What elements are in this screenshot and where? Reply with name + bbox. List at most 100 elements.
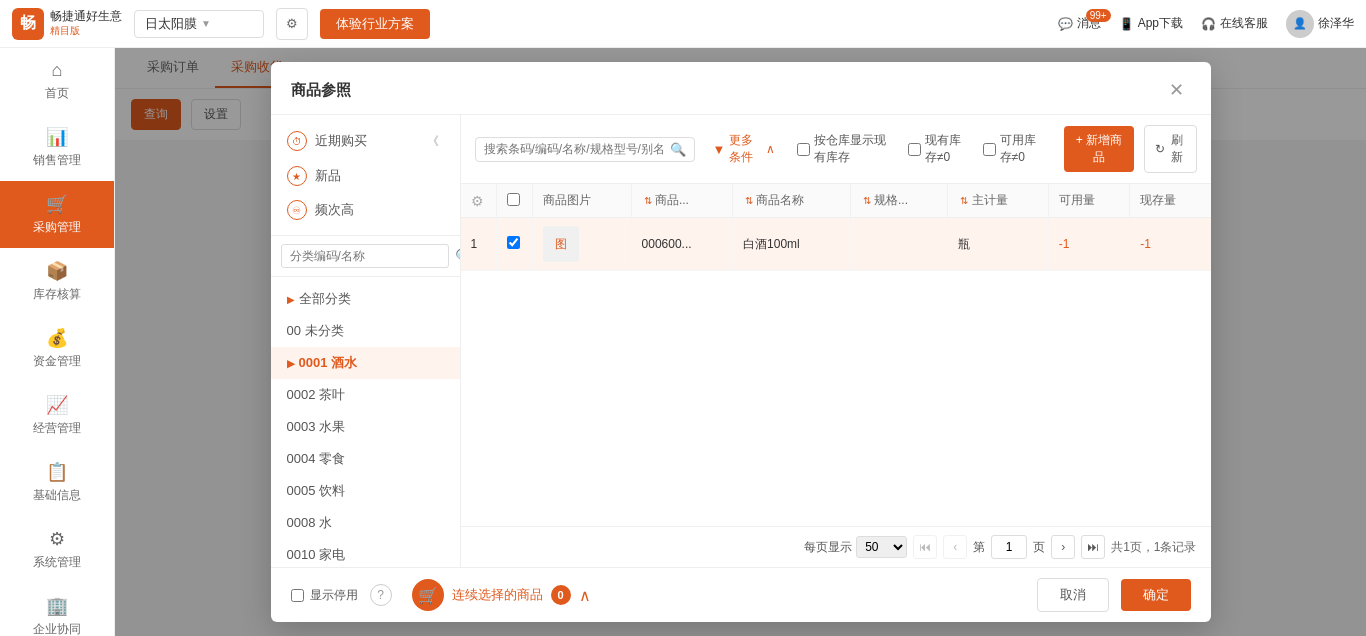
next-page-button[interactable]: › (1051, 535, 1075, 559)
th-spec[interactable]: ⇅ 规格... (850, 184, 948, 218)
sidebar-label-operation: 经营管理 (33, 420, 81, 437)
sort-icon-spec: ⇅ (863, 195, 871, 206)
modal-header: 商品参照 ✕ (271, 62, 1211, 115)
store-selector-arrow: ▼ (201, 18, 211, 29)
row-name: 白酒100ml (733, 218, 851, 271)
filter-button[interactable]: ▼ 更多条件 ∧ (705, 128, 783, 170)
th-code[interactable]: ⇅ 商品... (631, 184, 732, 218)
main-layout: ⌂ 首页 📊 销售管理 🛒 采购管理 📦 库存核算 💰 资金管理 📈 经营管理 … (0, 48, 1366, 636)
cancel-button[interactable]: 取消 (1037, 578, 1109, 612)
app-download-nav-item[interactable]: 📱 App下载 (1119, 15, 1183, 32)
sidebar-item-finance[interactable]: 💰 资金管理 (0, 315, 114, 382)
inventory-icon: 📦 (46, 260, 68, 282)
last-page-button[interactable]: ⏭ (1081, 535, 1105, 559)
available-nonzero-checkbox[interactable] (983, 143, 996, 156)
settings-button[interactable]: ⚙ (276, 8, 308, 40)
sidebar-item-sales[interactable]: 📊 销售管理 (0, 114, 114, 181)
show-disabled-label[interactable]: 显示停用 (291, 587, 358, 604)
show-disabled-checkbox[interactable] (291, 589, 304, 602)
sidebar-item-operation[interactable]: 📈 经营管理 (0, 382, 114, 449)
table-settings-icon[interactable]: ⚙ (471, 193, 484, 209)
search-bar: 🔍 (475, 137, 695, 162)
sidebar-label-home: 首页 (45, 85, 69, 102)
category-label-0010: 0010 家电 (287, 546, 346, 564)
basic-icon: 📋 (46, 461, 68, 483)
category-label-0004: 0004 零食 (287, 450, 346, 468)
logo-icon: 畅 (12, 8, 44, 40)
prev-page-button[interactable]: ‹ (943, 535, 967, 559)
category-item-0008[interactable]: 0008 水 (271, 507, 460, 539)
row-image-cell: 图 (533, 218, 632, 271)
sidebar-item-system[interactable]: ⚙ 系统管理 (0, 516, 114, 583)
category-item-0003[interactable]: 0003 水果 (271, 411, 460, 443)
sidebar-item-purchase[interactable]: 🛒 采购管理 (0, 181, 114, 248)
warehouse-checkbox-text: 按仓库显示现有库存 (814, 132, 894, 166)
select-all-checkbox[interactable] (507, 193, 520, 206)
confirm-button[interactable]: 确定 (1121, 579, 1191, 611)
quick-link-new[interactable]: ★ 新品 (271, 159, 460, 193)
th-checkbox (497, 184, 533, 218)
operation-icon: 📈 (46, 394, 68, 416)
per-page-dropdown[interactable]: 50 100 200 (856, 536, 907, 558)
per-page-label: 每页显示 (804, 539, 852, 556)
top-nav: 畅 畅捷通好生意 精目版 日太阳膜 ▼ ⚙ 体验行业方案 💬 消息 99+ 📱 … (0, 0, 1366, 48)
collapse-left-panel-button[interactable]: 《 (422, 130, 444, 152)
table-header-row: ⚙ 商品图片 (461, 184, 1211, 218)
quick-link-frequent[interactable]: ♾ 频次高 (271, 193, 460, 227)
sort-icon-name: ⇅ (745, 195, 753, 206)
gear-icon: ⚙ (286, 16, 298, 31)
online-service-nav-item[interactable]: 🎧 在线客服 (1201, 15, 1268, 32)
user-nav-item[interactable]: 👤 徐泽华 (1286, 10, 1354, 38)
product-search-input[interactable] (484, 142, 664, 156)
add-product-button[interactable]: + 新增商品 (1064, 126, 1135, 172)
category-item-0004[interactable]: 0004 零食 (271, 443, 460, 475)
filter-label: 更多条件 (729, 132, 761, 166)
store-selector[interactable]: 日太阳膜 ▼ (134, 10, 264, 38)
cart-label: 连续选择的商品 (452, 586, 543, 604)
message-icon: 💬 (1058, 17, 1073, 31)
category-item-00[interactable]: 00 未分类 (271, 315, 460, 347)
category-search-input[interactable] (281, 244, 449, 268)
available-nonzero-checkbox-label[interactable]: 可用库存≠0 (983, 132, 1044, 166)
th-unit[interactable]: ⇅ 主计量 (948, 184, 1048, 218)
first-page-button[interactable]: ⏮ (913, 535, 937, 559)
category-item-0010[interactable]: 0010 家电 (271, 539, 460, 567)
table-row[interactable]: 1 图 (461, 218, 1211, 271)
row-checkbox-cell[interactable] (497, 218, 533, 271)
row-checkbox[interactable] (507, 236, 520, 249)
th-name[interactable]: ⇅ 商品名称 (733, 184, 851, 218)
sidebar-label-inventory: 库存核算 (33, 286, 81, 303)
app-name: 畅捷通好生意 (50, 9, 122, 25)
category-item-0005[interactable]: 0005 饮料 (271, 475, 460, 507)
stock-nonzero-checkbox[interactable] (908, 143, 921, 156)
finance-icon: 💰 (46, 327, 68, 349)
category-arrow-0001: ▶ (287, 358, 295, 369)
online-service-label: 在线客服 (1220, 15, 1268, 32)
sidebar-item-enterprise[interactable]: 🏢 企业协同 (0, 583, 114, 636)
collapse-cart-button[interactable]: ∧ (579, 586, 591, 605)
refresh-button[interactable]: ↻ 刷新 (1144, 125, 1196, 173)
sidebar-item-home[interactable]: ⌂ 首页 (0, 48, 114, 114)
category-item-0001[interactable]: ▶ 0001 酒水 (271, 347, 460, 379)
cart-icon[interactable]: 🛒 (412, 579, 444, 611)
search-submit-icon[interactable]: 🔍 (670, 142, 686, 157)
stock-nonzero-checkbox-label[interactable]: 现有库存≠0 (908, 132, 969, 166)
trial-button[interactable]: 体验行业方案 (320, 9, 430, 39)
modal-close-button[interactable]: ✕ (1163, 76, 1191, 104)
warehouse-checkbox[interactable] (797, 143, 810, 156)
th-settings[interactable]: ⚙ (461, 184, 497, 218)
category-item-0002[interactable]: 0002 茶叶 (271, 379, 460, 411)
main-content: 采购订单 采购收货 查询 设置 商品参照 ✕ (115, 48, 1366, 636)
category-item-all[interactable]: ▶ 全部分类 (271, 283, 460, 315)
modal-title: 商品参照 (291, 81, 351, 100)
help-icon[interactable]: ? (370, 584, 392, 606)
quick-link-recent[interactable]: ⏱ 近期购买 《 (271, 123, 460, 159)
sidebar-item-inventory[interactable]: 📦 库存核算 (0, 248, 114, 315)
warehouse-checkbox-label[interactable]: 按仓库显示现有库存 (797, 132, 894, 166)
page-number-input[interactable] (991, 535, 1027, 559)
page-label: 第 (973, 539, 985, 556)
sidebar-item-basic[interactable]: 📋 基础信息 (0, 449, 114, 516)
cart-section: 🛒 连续选择的商品 0 ∧ (412, 579, 591, 611)
category-label-00: 00 未分类 (287, 322, 344, 340)
message-nav-item[interactable]: 💬 消息 99+ (1058, 15, 1101, 32)
